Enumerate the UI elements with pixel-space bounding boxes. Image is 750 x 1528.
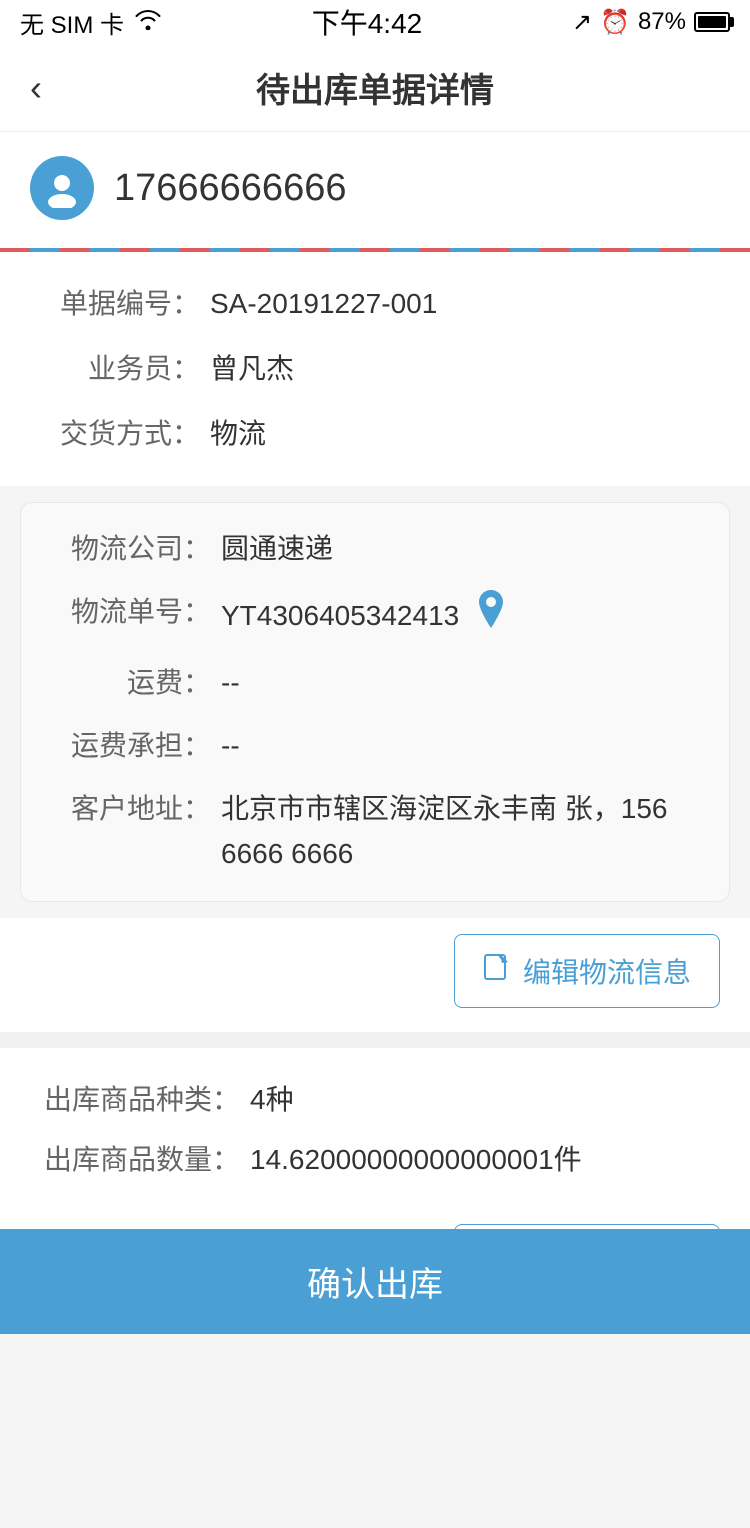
- goods-quantity-row: 出库商品数量： 14.62000000000000001件: [40, 1138, 710, 1178]
- battery-icon: [694, 12, 730, 32]
- freight-bear-value: --: [211, 724, 699, 769]
- document-number-value: SA-20191227-001: [200, 282, 710, 327]
- customer-phone: 17666666666: [114, 167, 346, 210]
- edit-logistics-label: 编辑物流信息: [523, 951, 691, 991]
- tracking-number-label: 物流单号：: [51, 590, 211, 635]
- basic-info-section: 单据编号： SA-20191227-001 业务员： 曾凡杰 交货方式： 物流: [0, 252, 750, 486]
- status-bar-right: ↗ ⏰ 87%: [572, 8, 730, 37]
- page-title: 待出库单据详情: [256, 63, 494, 112]
- customer-header: 17666666666: [0, 132, 750, 244]
- delivery-method-row: 交货方式： 物流: [40, 412, 710, 457]
- salesman-value: 曾凡杰: [200, 347, 710, 392]
- rainbow-divider: [0, 244, 750, 252]
- address-row: 客户地址： 北京市市辖区海淀区永丰南 张，156 6666 6666: [51, 787, 699, 877]
- location-status-icon: ↗: [572, 8, 592, 37]
- battery-label: 87%: [638, 8, 686, 36]
- section-divider-1: [0, 1032, 750, 1048]
- goods-section: 出库商品种类： 4种 出库商品数量： 14.62000000000000001件: [0, 1048, 750, 1208]
- salesman-label: 业务员：: [40, 347, 200, 392]
- edit-logistics-button[interactable]: 编辑物流信息: [454, 934, 720, 1008]
- wifi-icon: [134, 8, 162, 37]
- address-value: 北京市市辖区海淀区永丰南 张，156 6666 6666: [211, 787, 699, 877]
- delivery-method-label: 交货方式：: [40, 412, 200, 457]
- edit-icon: [483, 953, 511, 988]
- status-bar-left: 无 SIM 卡: [20, 5, 162, 40]
- freight-bear-row: 运费承担： --: [51, 724, 699, 769]
- logistics-company-label: 物流公司：: [51, 527, 211, 572]
- goods-type-label: 出库商品种类：: [40, 1078, 240, 1118]
- confirm-button-bar[interactable]: 确认出库: [0, 1229, 750, 1334]
- carrier-label: 无 SIM 卡: [20, 5, 124, 40]
- edit-btn-row: 编辑物流信息: [0, 918, 750, 1032]
- back-button[interactable]: ‹: [30, 67, 42, 109]
- salesman-row: 业务员： 曾凡杰: [40, 347, 710, 392]
- section-divider-2: [0, 1328, 750, 1528]
- document-number-row: 单据编号： SA-20191227-001: [40, 282, 710, 327]
- goods-type-row: 出库商品种类： 4种: [40, 1078, 710, 1118]
- delivery-method-value: 物流: [200, 412, 710, 457]
- freight-row: 运费： --: [51, 661, 699, 706]
- tracking-number-text: YT4306405342413: [221, 594, 459, 639]
- tracking-number-row: 物流单号： YT4306405342413: [51, 590, 699, 643]
- freight-value: --: [211, 661, 699, 706]
- logistics-company-value: 圆通速递: [211, 527, 699, 572]
- freight-label: 运费：: [51, 661, 211, 706]
- document-number-label: 单据编号：: [40, 282, 200, 327]
- logistics-card: 物流公司： 圆通速递 物流单号： YT4306405342413 运费： -- …: [20, 502, 730, 901]
- confirm-button-label: 确认出库: [307, 1266, 443, 1304]
- freight-bear-label: 运费承担：: [51, 724, 211, 769]
- goods-quantity-value: 14.62000000000000001件: [240, 1138, 582, 1178]
- avatar: [30, 156, 94, 220]
- logistics-company-row: 物流公司： 圆通速递: [51, 527, 699, 572]
- status-bar-time: 下午4:42: [312, 2, 423, 42]
- alarm-icon: ⏰: [600, 8, 630, 37]
- goods-type-value: 4种: [240, 1078, 294, 1118]
- tracking-number-value: YT4306405342413: [211, 590, 699, 643]
- status-bar: 无 SIM 卡 下午4:42 ↗ ⏰ 87%: [0, 0, 750, 44]
- address-label: 客户地址：: [51, 787, 211, 832]
- nav-bar: ‹ 待出库单据详情: [0, 44, 750, 132]
- tracking-location-icon[interactable]: [475, 590, 507, 643]
- goods-quantity-label: 出库商品数量：: [40, 1138, 240, 1178]
